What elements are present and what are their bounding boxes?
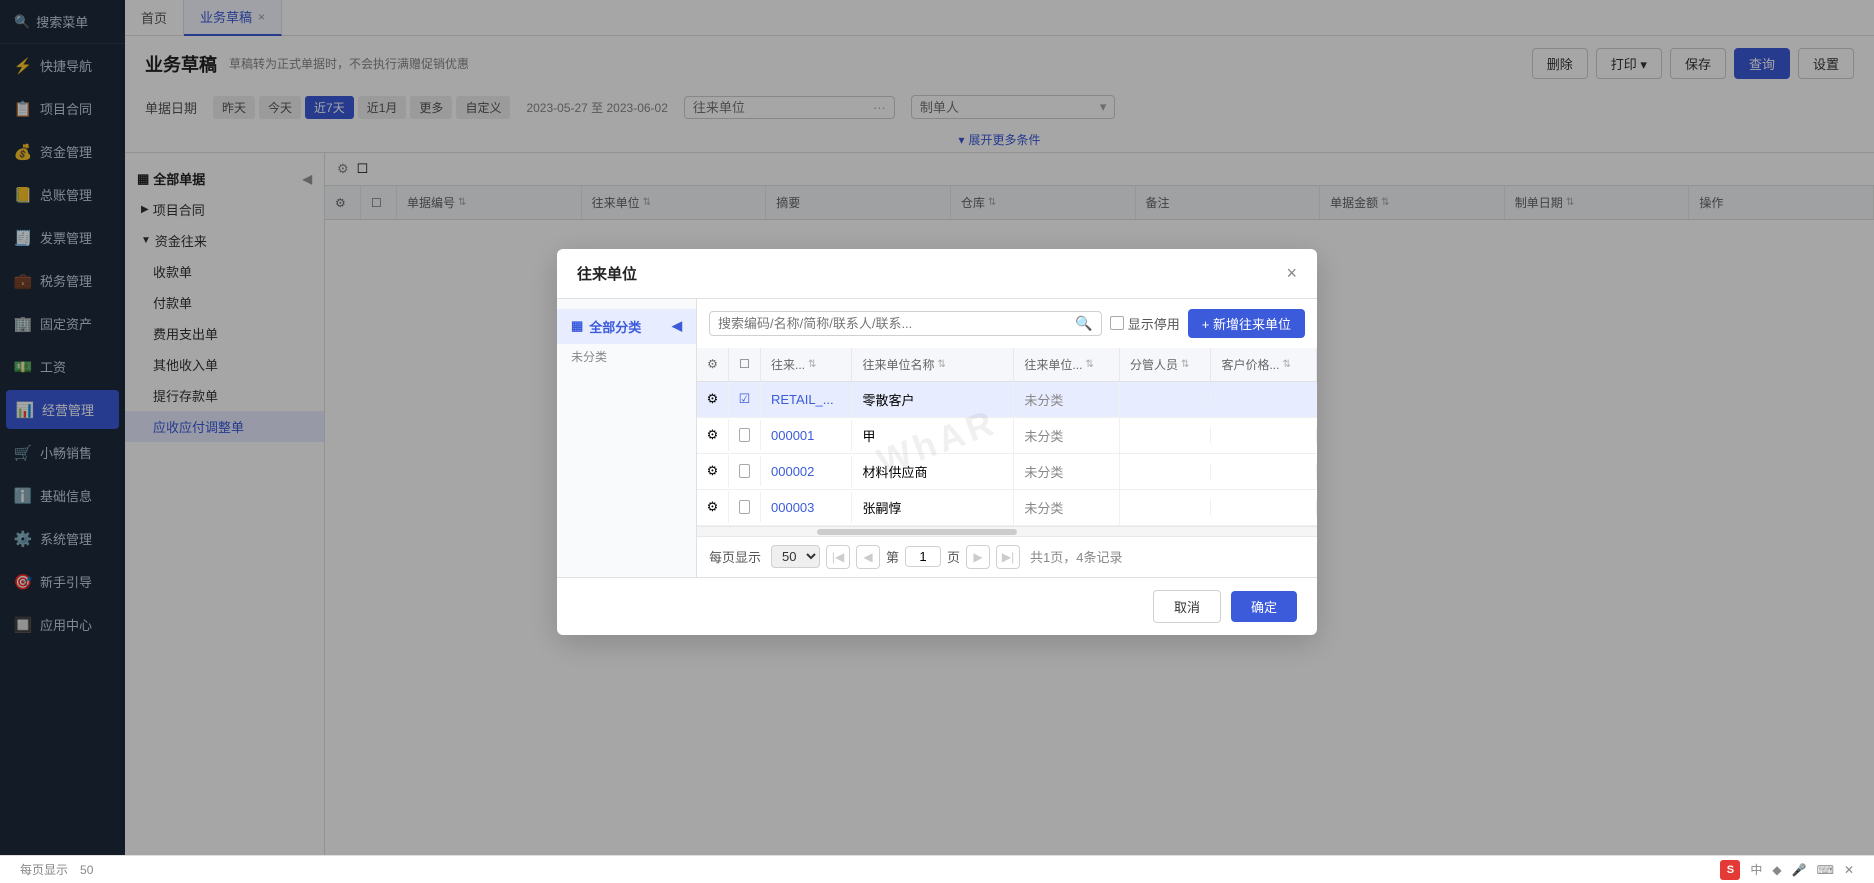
grid-nav-icon: ▦ [571, 318, 583, 334]
row-name: 材料供应商 [852, 454, 1014, 489]
page-total: 共1页，4条记录 [1030, 547, 1122, 566]
row-check[interactable] [729, 492, 761, 522]
page-prev-button[interactable]: ◀ [856, 545, 880, 569]
page-next-button[interactable]: ▶ [966, 545, 990, 569]
dth-person: 分管人员 ⇅ [1120, 348, 1211, 381]
dialog-search-input[interactable] [718, 316, 1075, 331]
row-price [1211, 499, 1317, 515]
show-disabled-toggle[interactable]: 显示停用 [1110, 314, 1180, 333]
row-checkbox-icon [739, 464, 750, 478]
status-icon-mic[interactable]: 🎤 [1792, 863, 1807, 877]
dth-category: 往来单位... ⇅ [1014, 348, 1120, 381]
page-last-button[interactable]: ▶| [996, 545, 1020, 569]
dialog-pagination: 每页显示 50 |◀ ◀ 第 页 ▶ ▶| 共1页，4条记录 [697, 536, 1317, 577]
row-price [1211, 391, 1317, 407]
dialog-table: ⚙ ☐ 往来... ⇅ 往来单位名称 ⇅ 往来单位... ⇅ 分管人员 ⇅ [697, 348, 1317, 526]
horizontal-scrollbar[interactable] [697, 526, 1317, 536]
row-person [1120, 463, 1211, 479]
row-name: 零散客户 [852, 382, 1014, 417]
row-category: 未分类 [1014, 454, 1120, 489]
status-icon-keyboard[interactable]: ⌨ [1817, 863, 1834, 877]
per-page-label: 每页显示 [709, 547, 761, 566]
party-dialog: WhAR 往来单位 × ▦ 全部分类 ◀ 未分类 [557, 249, 1317, 635]
row-person [1120, 499, 1211, 515]
status-icon-diamond[interactable]: ◆ [1772, 863, 1781, 877]
row-person [1120, 391, 1211, 407]
row-checkbox-icon [739, 428, 750, 442]
status-pagination-label: 每页显示 [20, 861, 68, 878]
page-first-button[interactable]: |◀ [826, 545, 850, 569]
dialog-nav-collapse-icon[interactable]: ◀ [672, 318, 682, 334]
row-price [1211, 427, 1317, 443]
scrollbar-thumb[interactable] [817, 529, 1017, 535]
table-row[interactable]: ⚙ 000002 材料供应商 未分类 [697, 454, 1317, 490]
status-icon-zh[interactable]: 中 [1750, 861, 1762, 878]
add-party-button[interactable]: + 新增往来单位 [1188, 309, 1305, 338]
row-name: 甲 [852, 418, 1014, 453]
row-check[interactable] [729, 420, 761, 450]
table-row[interactable]: ⚙ ☑ RETAIL_... 零散客户 未分类 [697, 382, 1317, 418]
row-settings: ⚙ [697, 419, 729, 451]
search-icon: 🔍 [1075, 315, 1092, 332]
dth-name: 往来单位名称 ⇅ [852, 348, 1014, 381]
status-right: S 中 ◆ 🎤 ⌨ ✕ [1720, 860, 1854, 880]
dialog-body: ▦ 全部分类 ◀ 未分类 🔍 显示停用 [557, 299, 1317, 577]
row-category: 未分类 [1014, 490, 1120, 525]
page-input[interactable] [905, 546, 941, 567]
dialog-title: 往来单位 [577, 263, 637, 284]
cancel-button[interactable]: 取消 [1153, 590, 1221, 623]
row-check[interactable]: ☑ [729, 383, 761, 415]
row-check[interactable] [729, 456, 761, 486]
row-person [1120, 427, 1211, 443]
row-code: RETAIL_... [761, 384, 852, 415]
row-settings: ⚙ [697, 491, 729, 523]
modal-overlay[interactable]: WhAR 往来单位 × ▦ 全部分类 ◀ 未分类 [0, 0, 1874, 883]
table-row[interactable]: ⚙ 000003 张嗣惇 未分类 [697, 490, 1317, 526]
row-settings: ⚙ [697, 383, 729, 415]
row-code: 000002 [761, 456, 852, 487]
s-logo: S [1720, 860, 1740, 880]
dialog-nav-all[interactable]: ▦ 全部分类 ◀ [557, 309, 696, 344]
dialog-search-box[interactable]: 🔍 [709, 311, 1102, 336]
dth-check: ☐ [729, 348, 761, 381]
show-disabled-checkbox[interactable] [1110, 316, 1124, 330]
page-word: 第 [886, 547, 899, 566]
row-code: 000001 [761, 420, 852, 451]
status-icon-close[interactable]: ✕ [1844, 863, 1854, 877]
dialog-right: 🔍 显示停用 + 新增往来单位 ⚙ ☐ 往来... ⇅ [697, 299, 1317, 577]
table-row[interactable]: ⚙ 000001 甲 未分类 [697, 418, 1317, 454]
dth-settings: ⚙ [697, 348, 729, 381]
row-code: 000003 [761, 492, 852, 523]
row-checkbox-checked-icon: ☑ [739, 391, 751, 407]
row-name: 张嗣惇 [852, 490, 1014, 525]
dialog-nav-uncategorized-label: 未分类 [557, 344, 696, 369]
dialog-header: 往来单位 × [557, 249, 1317, 299]
dialog-left-nav: ▦ 全部分类 ◀ 未分类 [557, 299, 697, 577]
dth-price: 客户价格... ⇅ [1211, 348, 1317, 381]
dialog-table-header: ⚙ ☐ 往来... ⇅ 往来单位名称 ⇅ 往来单位... ⇅ 分管人员 ⇅ [697, 348, 1317, 382]
row-category: 未分类 [1014, 418, 1120, 453]
dialog-close-button[interactable]: × [1286, 264, 1297, 282]
per-page-select[interactable]: 50 [771, 545, 820, 568]
dialog-toolbar: 🔍 显示停用 + 新增往来单位 [697, 309, 1317, 348]
row-category: 未分类 [1014, 382, 1120, 417]
row-checkbox-icon [739, 500, 750, 514]
dth-code: 往来... ⇅ [761, 348, 852, 381]
show-disabled-label: 显示停用 [1128, 314, 1180, 333]
status-bar: 每页显示 50 S 中 ◆ 🎤 ⌨ ✕ [0, 855, 1874, 883]
confirm-button[interactable]: 确定 [1231, 591, 1297, 622]
page-unit: 页 [947, 547, 960, 566]
row-settings: ⚙ [697, 455, 729, 487]
row-price [1211, 463, 1317, 479]
status-pagination-value: 50 [80, 863, 93, 877]
dialog-nav-all-label: 全部分类 [589, 317, 641, 336]
dialog-footer: 取消 确定 [557, 577, 1317, 635]
